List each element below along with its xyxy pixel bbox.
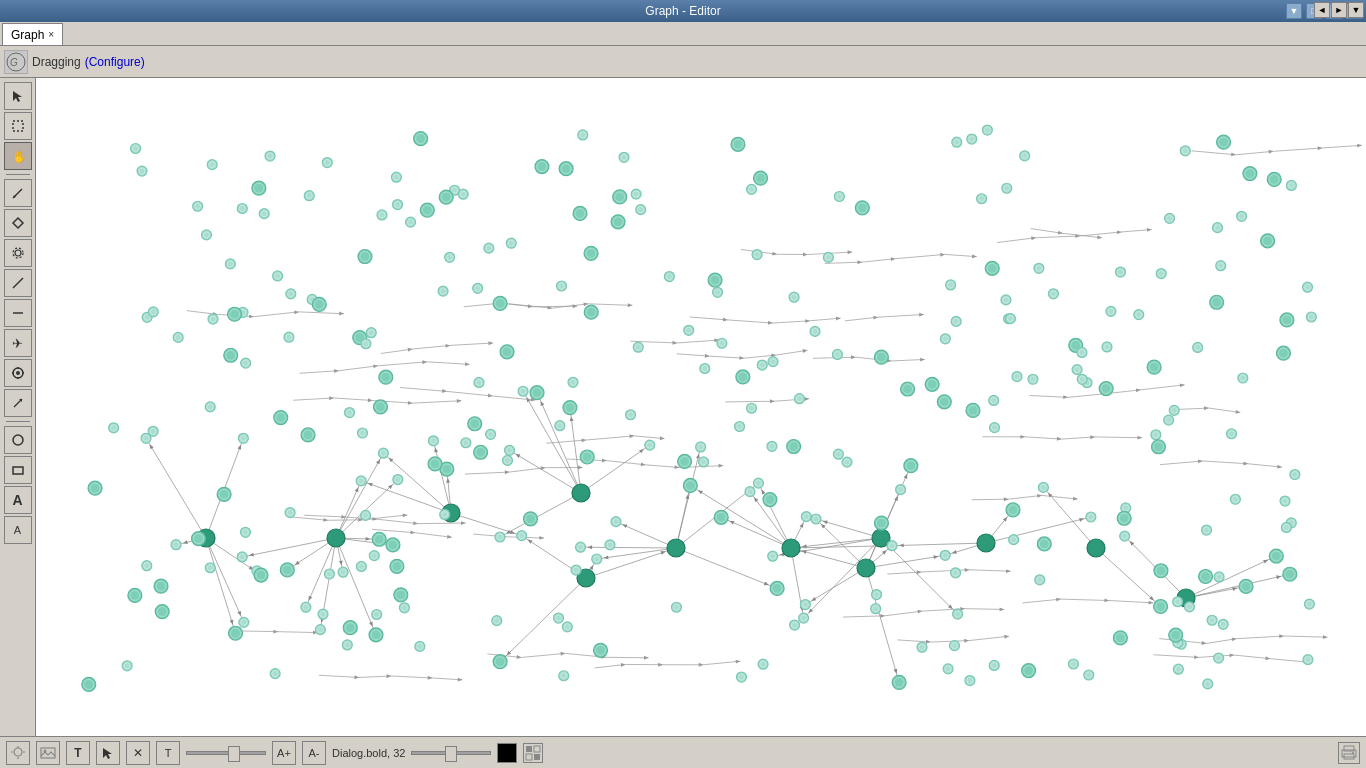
color-selector[interactable] [497, 743, 517, 763]
tabbar: Graph × ◄ ► ▼ [0, 22, 1366, 46]
svg-rect-34 [534, 746, 540, 752]
svg-rect-22 [13, 467, 23, 474]
svg-point-25 [14, 748, 22, 756]
arrow-tool[interactable]: ✈ [4, 329, 32, 357]
left-slider-track [186, 751, 266, 755]
svg-marker-7 [13, 218, 23, 228]
svg-point-13 [16, 371, 20, 375]
select-tool[interactable] [4, 82, 32, 110]
cursor-button[interactable] [96, 741, 120, 765]
svg-rect-33 [526, 746, 532, 752]
svg-point-21 [13, 435, 23, 445]
right-slider-thumb[interactable] [445, 746, 457, 762]
tab-close-button[interactable]: × [48, 29, 54, 40]
svg-text:✋: ✋ [12, 149, 25, 163]
text-small-tool[interactable]: A [4, 516, 32, 544]
tool-separator-1 [6, 174, 30, 175]
text-label-button[interactable]: T [156, 741, 180, 765]
svg-line-10 [13, 278, 23, 288]
svg-text:✈: ✈ [12, 336, 23, 350]
print-button[interactable] [1338, 742, 1360, 764]
tool-separator-2 [6, 421, 30, 422]
image-button[interactable] [36, 741, 60, 765]
connect-tool[interactable] [4, 389, 32, 417]
light-button[interactable] [6, 741, 30, 765]
svg-rect-3 [13, 121, 23, 131]
right-slider[interactable] [411, 745, 491, 761]
line-tool[interactable] [4, 269, 32, 297]
font-name-label: Dialog.bold, 32 [332, 747, 405, 759]
svg-rect-30 [41, 748, 55, 758]
svg-point-40 [1352, 752, 1354, 754]
x-button[interactable]: ✕ [126, 741, 150, 765]
svg-rect-35 [526, 754, 532, 760]
left-toolbar: ✋ ✈ [0, 78, 36, 736]
svg-marker-32 [103, 748, 112, 759]
svg-point-8 [15, 250, 21, 256]
left-slider-thumb[interactable] [228, 746, 240, 762]
pattern-button[interactable] [523, 743, 543, 763]
font-increase-button[interactable]: A+ [272, 741, 296, 765]
circle-bottom-tool[interactable] [4, 426, 32, 454]
text-button[interactable]: T [66, 741, 90, 765]
svg-text:G: G [10, 57, 18, 68]
tab-navigation: ◄ ► ▼ [1314, 2, 1364, 18]
main-toolbar: G Dragging (Configure) [0, 46, 1366, 78]
text-large-tool[interactable]: A [4, 486, 32, 514]
select-rect-tool[interactable] [4, 112, 32, 140]
diamond-tool[interactable] [4, 209, 32, 237]
pencil-tool[interactable] [4, 179, 32, 207]
titlebar-title: Graph - Editor [645, 4, 720, 18]
right-slider-track [411, 751, 491, 755]
tab-dropdown-button[interactable]: ▼ [1348, 2, 1364, 18]
diagonal-tool[interactable] [4, 299, 32, 327]
tab-next-button[interactable]: ► [1331, 2, 1347, 18]
graph-tab[interactable]: Graph × [2, 23, 63, 45]
rect-bottom-tool[interactable] [4, 456, 32, 484]
content-area: ✋ ✈ [0, 78, 1366, 736]
bottom-toolbar: T ✕ T A+ A- Dialog.bold, 32 [0, 736, 1366, 768]
tab-prev-button[interactable]: ◄ [1314, 2, 1330, 18]
app-logo: G [4, 50, 28, 74]
main-layout: G Dragging (Configure) ✋ [0, 46, 1366, 768]
svg-rect-36 [534, 754, 540, 760]
gear-tool[interactable] [4, 239, 32, 267]
settings-tool[interactable] [4, 359, 32, 387]
drag-tool[interactable]: ✋ [4, 142, 32, 170]
font-decrease-button[interactable]: A- [302, 741, 326, 765]
svg-marker-2 [13, 91, 22, 102]
configure-link[interactable]: (Configure) [85, 55, 145, 69]
toolbar-status: Dragging [32, 55, 81, 69]
graph-canvas[interactable] [36, 78, 1366, 736]
minimize-button[interactable]: ▼ [1286, 3, 1302, 19]
left-slider[interactable] [186, 745, 266, 761]
titlebar: Graph - Editor ▼ □ ◫ ✕ [0, 0, 1366, 22]
tab-label: Graph [11, 28, 44, 42]
